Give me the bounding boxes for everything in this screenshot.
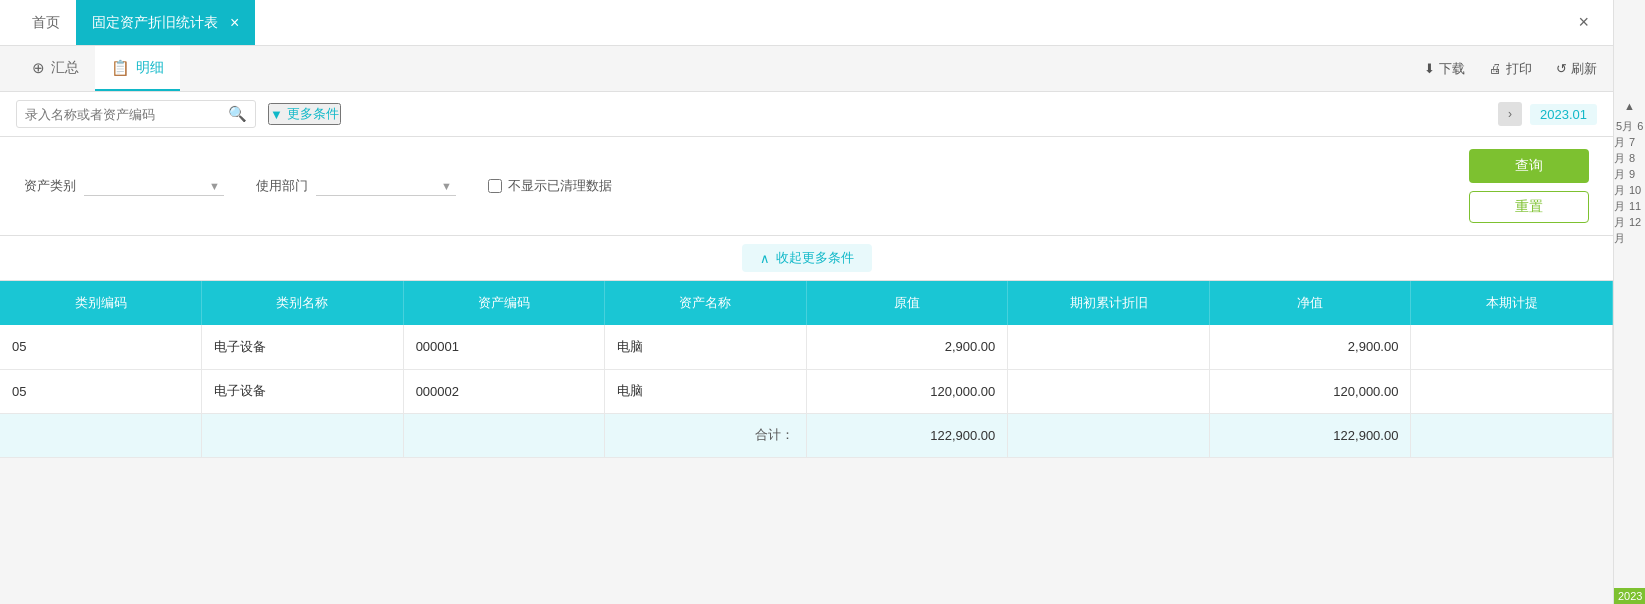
download-label: 下载 bbox=[1439, 60, 1465, 78]
col-header-1: 类别名称 bbox=[202, 281, 404, 325]
print-icon: 🖨 bbox=[1489, 61, 1502, 76]
cell-1-6: 120,000.00 bbox=[1209, 369, 1411, 413]
cell-1-0: 05 bbox=[0, 369, 202, 413]
detail-icon: 📋 bbox=[111, 59, 130, 77]
download-button[interactable]: ⬇ 下载 bbox=[1424, 60, 1465, 78]
cell-0-0: 05 bbox=[0, 325, 202, 369]
right-sidebar: ▲ 5月6月7月8月9月10月11月12月 2023 bbox=[1613, 0, 1645, 604]
dept-dropdown-arrow: ▼ bbox=[441, 180, 452, 192]
dept-label: 使用部门 bbox=[256, 177, 308, 195]
col-header-2: 资产编码 bbox=[403, 281, 605, 325]
search-input-wrap: 🔍 bbox=[16, 100, 256, 128]
table-total-row: 合计：122,900.00122,900.00 bbox=[0, 413, 1613, 457]
dept-select[interactable] bbox=[320, 178, 441, 193]
nav-tab-label: 固定资产折旧统计表 bbox=[92, 14, 218, 32]
cell-1-5 bbox=[1008, 369, 1210, 413]
more-filter-button[interactable]: ▼ 更多条件 bbox=[268, 103, 341, 125]
cell-0-1: 电子设备 bbox=[202, 325, 404, 369]
hide-cleared-filter: 不显示已清理数据 bbox=[488, 177, 612, 195]
table-row[interactable]: 05电子设备000002电脑120,000.00120,000.00 bbox=[0, 369, 1613, 413]
window-close-button[interactable]: × bbox=[1570, 8, 1597, 37]
sidebar-year-badge: 2023 bbox=[1614, 588, 1645, 604]
filter-icon: ▼ bbox=[270, 107, 283, 122]
date-badge: 2023.01 bbox=[1530, 104, 1597, 125]
cell-1-7 bbox=[1411, 369, 1613, 413]
data-table: 类别编码类别名称资产编码资产名称原值期初累计折旧净值本期计提 05电子设备000… bbox=[0, 281, 1613, 458]
tab-detail[interactable]: 📋 明细 bbox=[95, 46, 180, 91]
asset-type-select-wrap[interactable]: ▼ bbox=[84, 176, 224, 196]
reset-button[interactable]: 重置 bbox=[1469, 191, 1589, 223]
collapse-up-icon: ∧ bbox=[760, 251, 770, 266]
refresh-icon: ↺ bbox=[1556, 61, 1567, 76]
collapse-button[interactable]: ∧ 收起更多条件 bbox=[742, 244, 872, 272]
col-header-6: 净值 bbox=[1209, 281, 1411, 325]
col-header-0: 类别编码 bbox=[0, 281, 202, 325]
download-icon: ⬇ bbox=[1424, 61, 1435, 76]
sub-tabs: ⊕ 汇总 📋 明细 ⬇ 下载 🖨 打印 ↺ 刷新 bbox=[0, 46, 1613, 92]
table-row[interactable]: 05电子设备000001电脑2,900.002,900.00 bbox=[0, 325, 1613, 369]
cell-0-5 bbox=[1008, 325, 1210, 369]
print-label: 打印 bbox=[1506, 60, 1532, 78]
sidebar-months: 5月6月7月8月9月10月11月12月 bbox=[1614, 118, 1645, 246]
search-icon[interactable]: 🔍 bbox=[228, 105, 247, 123]
col-header-5: 期初累计折旧 bbox=[1008, 281, 1210, 325]
table-header-row: 类别编码类别名称资产编码资产名称原值期初累计折旧净值本期计提 bbox=[0, 281, 1613, 325]
search-bar-right: › 2023.01 bbox=[1498, 102, 1597, 126]
dept-filter: 使用部门 ▼ bbox=[256, 176, 456, 196]
print-button[interactable]: 🖨 打印 bbox=[1489, 60, 1532, 78]
hide-cleared-checkbox[interactable] bbox=[488, 179, 502, 193]
nav-tab-close[interactable]: × bbox=[230, 14, 239, 32]
sidebar-scroll-up[interactable]: ▲ bbox=[1624, 100, 1635, 112]
asset-type-filter: 资产类别 ▼ bbox=[24, 176, 224, 196]
asset-type-label: 资产类别 bbox=[24, 177, 76, 195]
hide-cleared-label: 不显示已清理数据 bbox=[508, 177, 612, 195]
summary-icon: ⊕ bbox=[32, 59, 45, 77]
total-cell-5 bbox=[1008, 413, 1210, 457]
cell-1-1: 电子设备 bbox=[202, 369, 404, 413]
table-wrap: 类别编码类别名称资产编码资产名称原值期初累计折旧净值本期计提 05电子设备000… bbox=[0, 281, 1613, 458]
asset-type-select[interactable] bbox=[88, 178, 209, 193]
filter-area: 资产类别 ▼ 使用部门 ▼ 不显示已清理数 bbox=[0, 137, 1613, 236]
cell-0-6: 2,900.00 bbox=[1209, 325, 1411, 369]
query-button[interactable]: 查询 bbox=[1469, 149, 1589, 183]
total-cell-7 bbox=[1411, 413, 1613, 457]
cell-0-4: 2,900.00 bbox=[806, 325, 1008, 369]
cell-1-3: 电脑 bbox=[605, 369, 807, 413]
total-cell-2 bbox=[403, 413, 605, 457]
total-cell-3: 合计： bbox=[605, 413, 807, 457]
refresh-label: 刷新 bbox=[1571, 60, 1597, 78]
collapse-arrow-button[interactable]: › bbox=[1498, 102, 1522, 126]
nav-tab-fixed-assets[interactable]: 固定资产折旧统计表 × bbox=[76, 0, 255, 45]
col-header-7: 本期计提 bbox=[1411, 281, 1613, 325]
filter-row: 资产类别 ▼ 使用部门 ▼ 不显示已清理数 bbox=[24, 149, 1589, 223]
total-cell-0 bbox=[0, 413, 202, 457]
search-input[interactable] bbox=[25, 107, 222, 122]
search-bar: 🔍 ▼ 更多条件 › 2023.01 bbox=[0, 92, 1613, 137]
total-cell-1 bbox=[202, 413, 404, 457]
total-cell-6: 122,900.00 bbox=[1209, 413, 1411, 457]
more-filter-label: 更多条件 bbox=[287, 105, 339, 123]
collapse-label: 收起更多条件 bbox=[776, 249, 854, 267]
table-body: 05电子设备000001电脑2,900.002,900.0005电子设备0000… bbox=[0, 325, 1613, 457]
asset-type-dropdown-arrow: ▼ bbox=[209, 180, 220, 192]
cell-0-2: 000001 bbox=[403, 325, 605, 369]
filter-actions: 查询 重置 bbox=[1469, 149, 1589, 223]
dept-select-wrap[interactable]: ▼ bbox=[316, 176, 456, 196]
nav-home[interactable]: 首页 bbox=[16, 14, 76, 32]
cell-0-7 bbox=[1411, 325, 1613, 369]
col-header-3: 资产名称 bbox=[605, 281, 807, 325]
top-nav: 首页 固定资产折旧统计表 × × bbox=[0, 0, 1613, 46]
tab-detail-label: 明细 bbox=[136, 59, 164, 77]
cell-0-3: 电脑 bbox=[605, 325, 807, 369]
col-header-4: 原值 bbox=[806, 281, 1008, 325]
refresh-button[interactable]: ↺ 刷新 bbox=[1556, 60, 1597, 78]
tab-summary-label: 汇总 bbox=[51, 59, 79, 77]
collapse-bar: ∧ 收起更多条件 bbox=[0, 236, 1613, 281]
cell-1-2: 000002 bbox=[403, 369, 605, 413]
tab-summary[interactable]: ⊕ 汇总 bbox=[16, 46, 95, 91]
cell-1-4: 120,000.00 bbox=[806, 369, 1008, 413]
toolbar-right: ⬇ 下载 🖨 打印 ↺ 刷新 bbox=[1424, 60, 1597, 78]
total-cell-4: 122,900.00 bbox=[806, 413, 1008, 457]
